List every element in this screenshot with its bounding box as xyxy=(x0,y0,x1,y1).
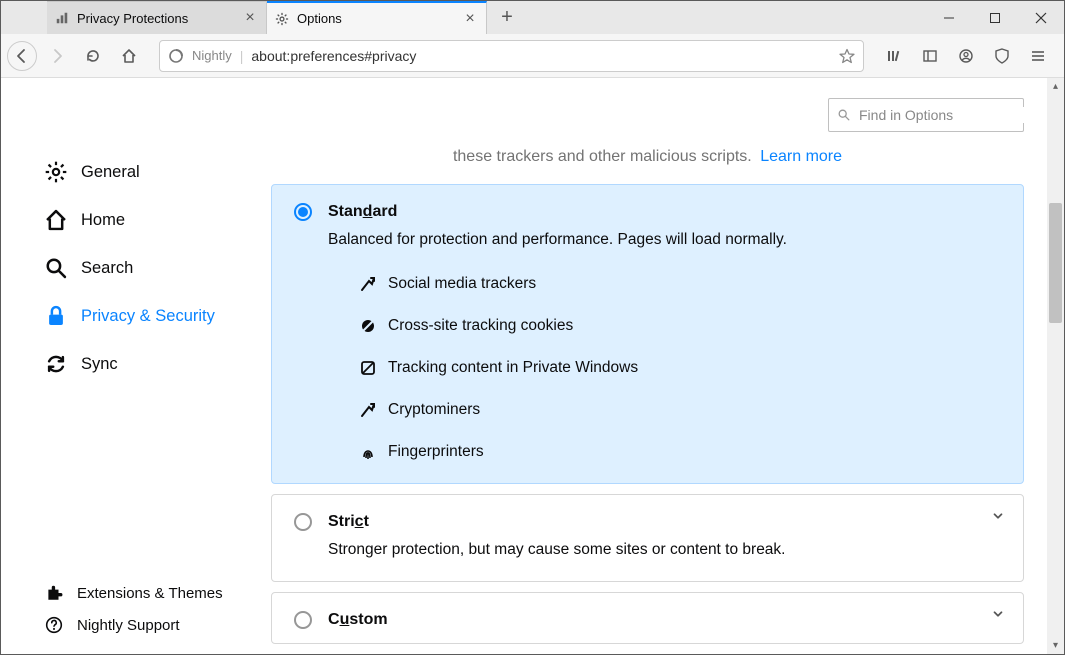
protection-option-custom[interactable]: Custom xyxy=(271,592,1024,644)
tab-privacy-protections[interactable]: Privacy Protections × xyxy=(47,1,267,34)
vertical-scrollbar[interactable]: ▴ ▾ xyxy=(1047,78,1064,654)
find-in-options[interactable] xyxy=(828,98,1024,132)
firefox-icon xyxy=(168,48,184,64)
sidebar-footer-label: Nightly Support xyxy=(77,617,180,634)
close-tab-icon[interactable]: × xyxy=(242,10,258,26)
home-button[interactable] xyxy=(113,40,145,72)
scroll-thumb[interactable] xyxy=(1049,203,1062,323)
option-title: Standard xyxy=(328,203,397,221)
reload-button[interactable] xyxy=(77,40,109,72)
sync-icon xyxy=(45,353,67,375)
radio-standard[interactable] xyxy=(294,203,312,221)
close-tab-icon[interactable]: × xyxy=(462,11,478,27)
sidebar-item-home[interactable]: Home xyxy=(45,196,251,244)
tracker-item: Cross-site tracking cookies xyxy=(360,317,1001,335)
tab-options[interactable]: Options × xyxy=(267,1,487,34)
puzzle-icon xyxy=(45,584,63,602)
sidebar-item-label: Sync xyxy=(81,355,118,374)
search-icon xyxy=(837,108,851,122)
tracker-item: Tracking content in Private Windows xyxy=(360,359,1001,377)
back-button[interactable] xyxy=(7,41,37,71)
tracker-item: Cryptominers xyxy=(360,401,1001,419)
tracker-item: Social media trackers xyxy=(360,275,1001,293)
radio-strict[interactable] xyxy=(294,513,312,531)
sidebar-extensions-themes[interactable]: Extensions & Themes xyxy=(45,584,251,602)
preferences-sidebar: General Home Search Privacy & Security S… xyxy=(1,78,271,654)
chevron-down-icon[interactable] xyxy=(991,509,1005,523)
gear-icon xyxy=(275,12,289,26)
lock-icon xyxy=(45,305,67,327)
bookmark-star-icon[interactable] xyxy=(839,48,855,64)
new-tab-button[interactable]: + xyxy=(487,1,527,34)
fingerprinter-icon xyxy=(360,444,376,460)
sidebar-item-search[interactable]: Search xyxy=(45,244,251,292)
scroll-down-button[interactable]: ▾ xyxy=(1047,637,1064,654)
menu-icon[interactable] xyxy=(1022,40,1054,72)
option-title: Custom xyxy=(328,611,388,629)
option-title: Strict xyxy=(328,513,369,531)
tab-label: Options xyxy=(297,11,454,26)
protection-option-standard[interactable]: Standard Balanced for protection and per… xyxy=(271,184,1024,484)
sidebar-item-label: Search xyxy=(81,259,133,278)
intro-text: these trackers and other malicious scrip… xyxy=(271,148,1024,166)
protection-option-strict[interactable]: Strict Stronger protection, but may caus… xyxy=(271,494,1024,582)
sidebar-item-sync[interactable]: Sync xyxy=(45,340,251,388)
shield-report-icon xyxy=(55,11,69,25)
home-icon xyxy=(45,209,67,231)
sidebar-item-label: Privacy & Security xyxy=(81,307,215,326)
window-close-button[interactable] xyxy=(1018,1,1064,34)
radio-custom[interactable] xyxy=(294,611,312,629)
preferences-main: these trackers and other malicious scrip… xyxy=(271,78,1064,654)
option-desc: Stronger protection, but may cause some … xyxy=(328,541,1001,559)
tracking-content-icon xyxy=(360,360,376,376)
nav-toolbar: Nightly | about:preferences#privacy xyxy=(1,34,1064,78)
shield-icon[interactable] xyxy=(986,40,1018,72)
sidebar-nightly-support[interactable]: Nightly Support xyxy=(45,616,251,634)
option-desc: Balanced for protection and performance.… xyxy=(328,231,1001,249)
forward-button xyxy=(41,40,73,72)
tracker-item: Fingerprinters xyxy=(360,443,1001,461)
titlebar: Privacy Protections × Options × + xyxy=(1,1,1064,34)
library-icon[interactable] xyxy=(878,40,910,72)
window-minimize-button[interactable] xyxy=(926,1,972,34)
url-bar[interactable]: Nightly | about:preferences#privacy xyxy=(159,40,864,72)
learn-more-link[interactable]: Learn more xyxy=(760,148,842,165)
sidebar-item-privacy-security[interactable]: Privacy & Security xyxy=(45,292,251,340)
url-text: about:preferences#privacy xyxy=(251,48,831,64)
search-input[interactable] xyxy=(859,107,1040,123)
sidebar-toggle-icon[interactable] xyxy=(914,40,946,72)
sidebar-item-label: General xyxy=(81,163,140,182)
cryptominer-icon xyxy=(360,402,376,418)
sidebar-footer-label: Extensions & Themes xyxy=(77,585,223,602)
cookie-icon xyxy=(360,318,376,334)
search-icon xyxy=(45,257,67,279)
chevron-down-icon[interactable] xyxy=(991,607,1005,621)
account-icon[interactable] xyxy=(950,40,982,72)
scroll-up-button[interactable]: ▴ xyxy=(1047,78,1064,95)
social-trackers-icon xyxy=(360,276,376,292)
gear-icon xyxy=(45,161,67,183)
window-maximize-button[interactable] xyxy=(972,1,1018,34)
sidebar-item-label: Home xyxy=(81,211,125,230)
brand-label: Nightly xyxy=(192,48,232,63)
help-icon xyxy=(45,616,63,634)
tab-label: Privacy Protections xyxy=(77,11,234,26)
content-area: General Home Search Privacy & Security S… xyxy=(1,78,1064,654)
sidebar-item-general[interactable]: General xyxy=(45,148,251,196)
